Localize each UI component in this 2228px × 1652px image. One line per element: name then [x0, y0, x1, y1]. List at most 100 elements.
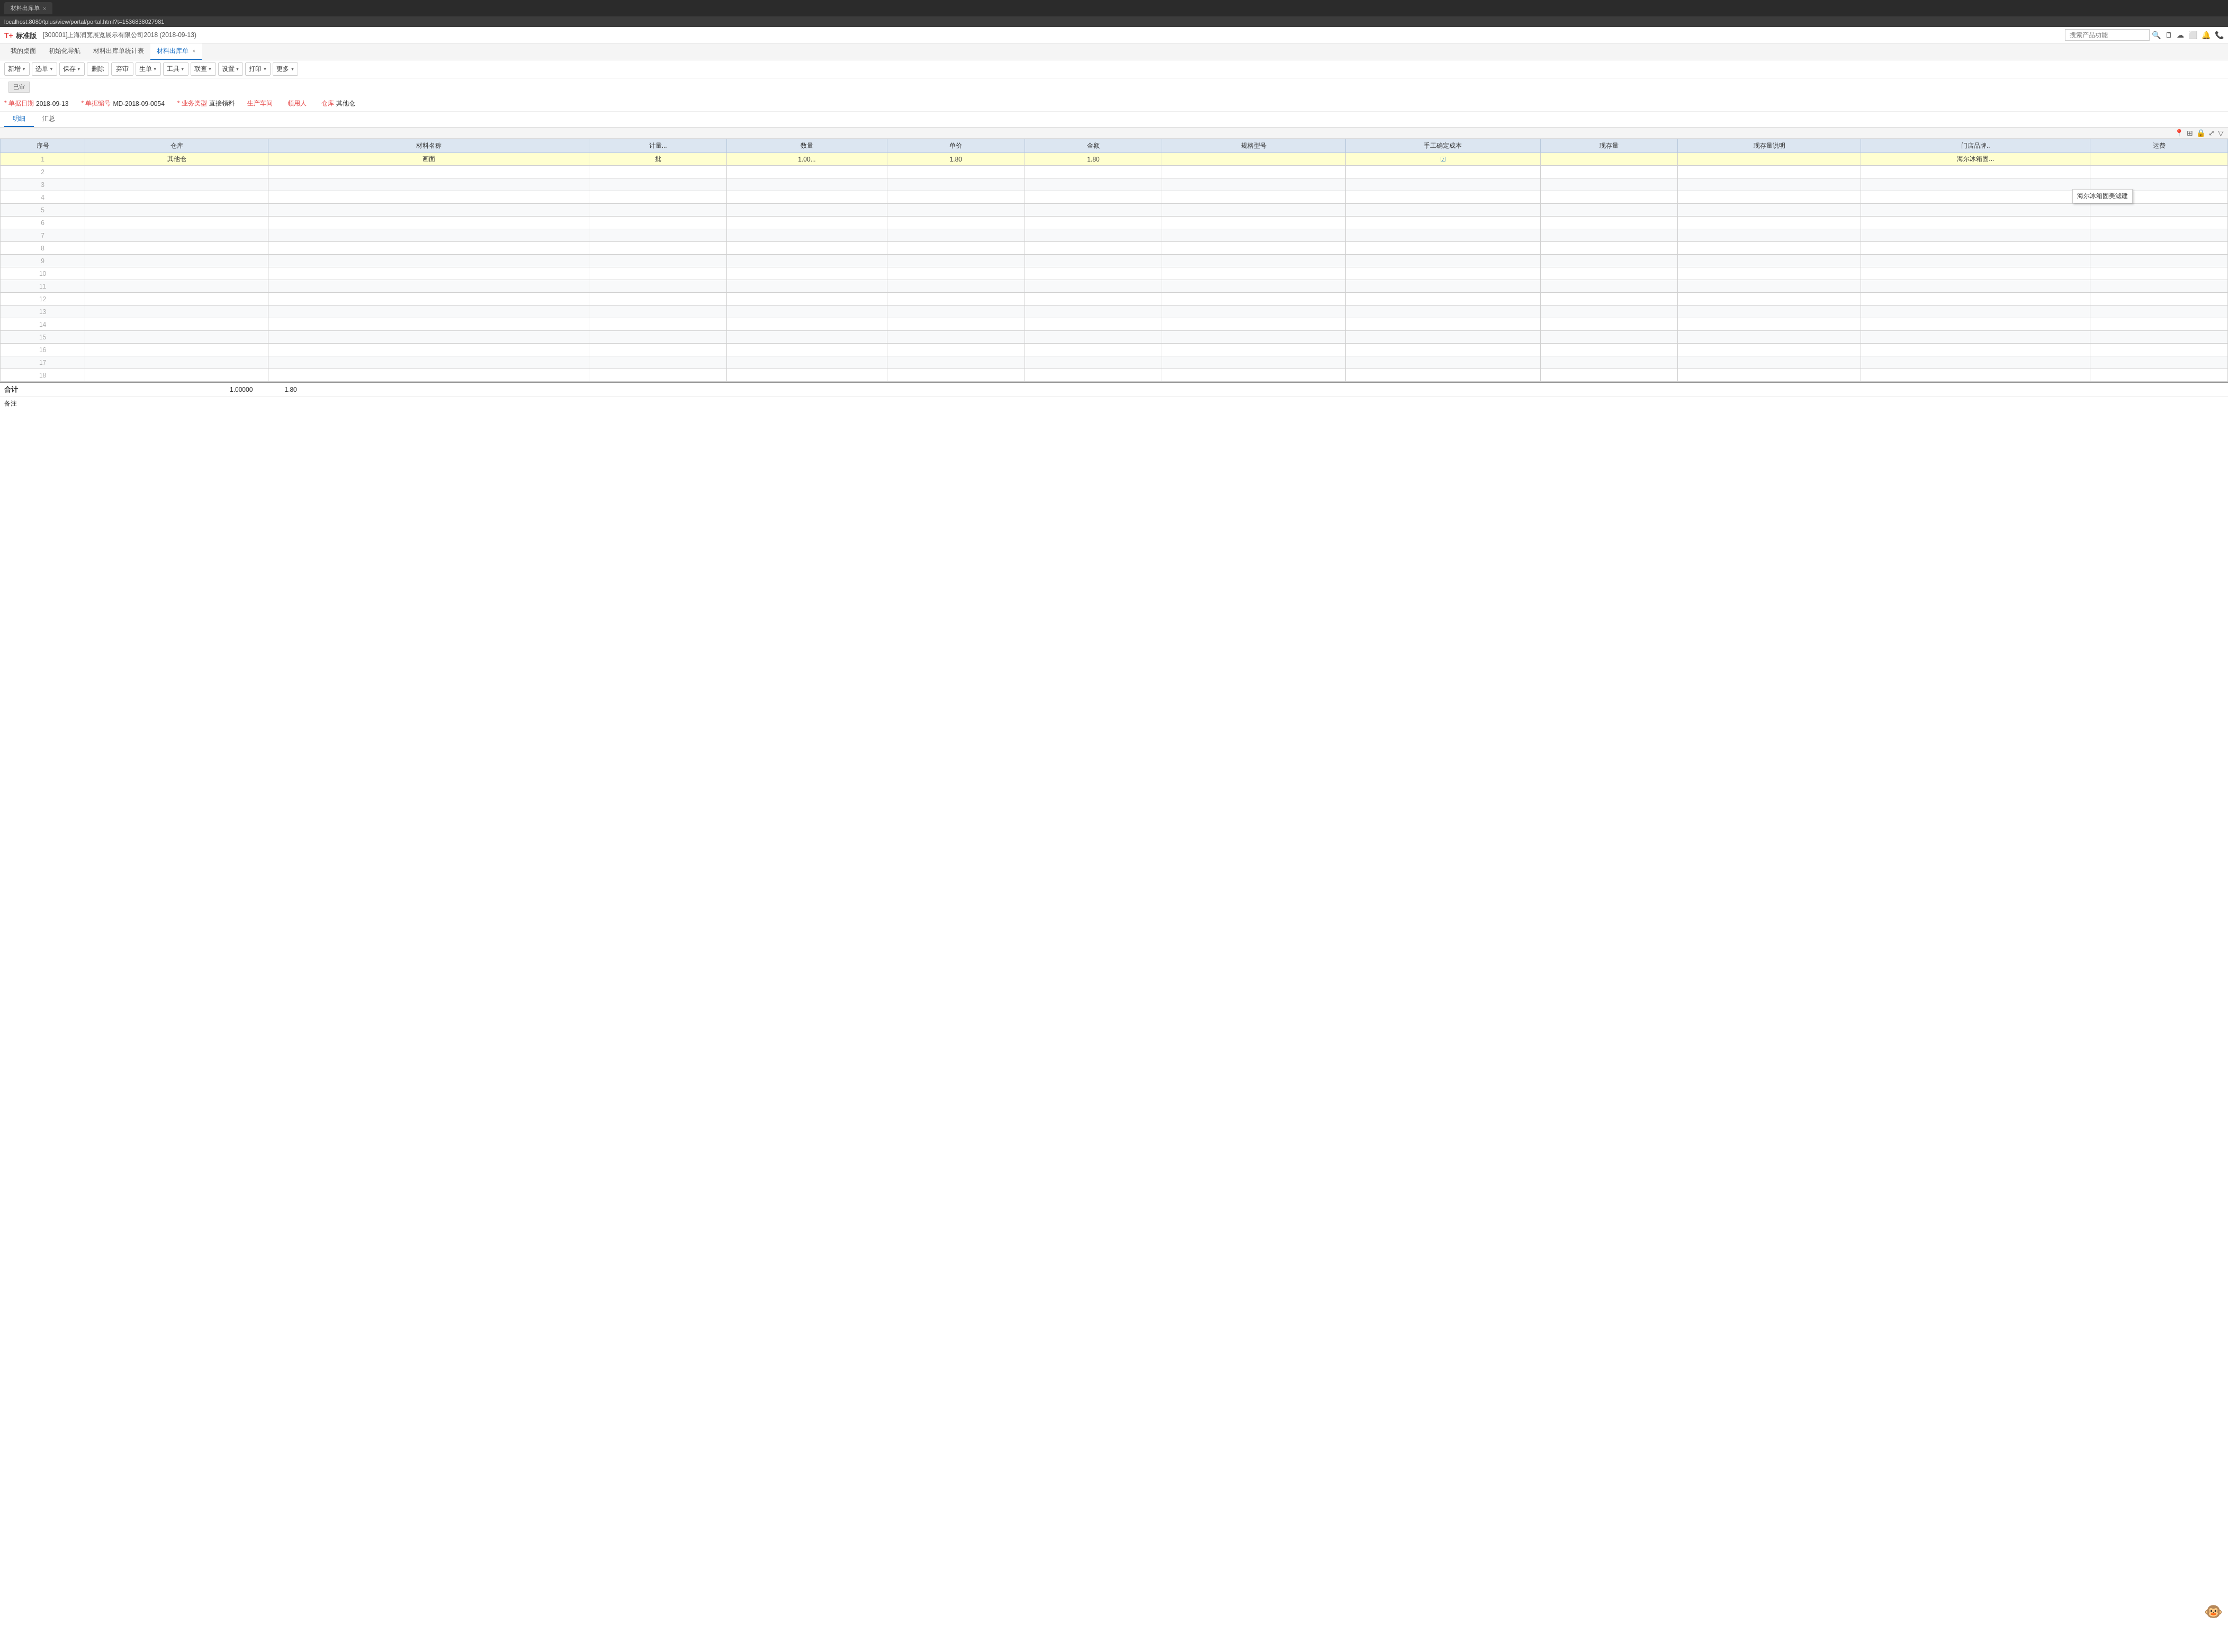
btn-save[interactable]: 保存 ▼: [59, 62, 85, 76]
cell-amount: [1025, 178, 1162, 191]
table-row[interactable]: 12: [1, 293, 2228, 306]
cell-seq: 13: [1, 306, 85, 318]
cell-warehouse: [85, 166, 268, 178]
notification-icon[interactable]: 🔔: [2202, 31, 2211, 39]
cell-freight: [2090, 280, 2228, 293]
tab-dashboard[interactable]: 我的桌面: [4, 43, 42, 60]
table-row[interactable]: 13: [1, 306, 2228, 318]
col-header-manual: 手工确定成本: [1345, 139, 1540, 153]
cell-material: 画面: [268, 153, 589, 166]
cell-unit: [589, 293, 727, 306]
select-arrow: ▼: [49, 67, 53, 71]
tools-arrow: ▼: [181, 67, 185, 71]
table-row[interactable]: 9: [1, 255, 2228, 267]
table-row[interactable]: 10: [1, 267, 2228, 280]
table-row[interactable]: 16: [1, 344, 2228, 356]
cell-spec: [1162, 242, 1345, 255]
cell-material: [268, 242, 589, 255]
table-row[interactable]: 6: [1, 217, 2228, 229]
table-row[interactable]: 7: [1, 229, 2228, 242]
table-row[interactable]: 5: [1, 204, 2228, 217]
cell-brand: [1861, 280, 2090, 293]
cell-amount: [1025, 217, 1162, 229]
btn-settings[interactable]: 设置 ▼: [218, 62, 244, 76]
date-value[interactable]: 2018-09-13: [36, 100, 68, 107]
cell-freight: [2090, 153, 2228, 166]
cell-qty: [727, 255, 887, 267]
tab-material-stats[interactable]: 材料出库单统计表: [87, 43, 150, 60]
lock-icon[interactable]: 🔒: [2196, 129, 2205, 137]
tab-detail[interactable]: 明细: [4, 112, 34, 127]
cell-warehouse: [85, 280, 268, 293]
brand-dropdown-tooltip[interactable]: 海尔冰箱固美滤建: [2072, 189, 2133, 203]
cell-stock: [1540, 344, 1678, 356]
cell-material: [268, 267, 589, 280]
tab-close-icon[interactable]: ×: [192, 48, 195, 54]
expand-icon[interactable]: ⤢: [2208, 129, 2215, 137]
tab-init-nav[interactable]: 初始化导航: [42, 43, 87, 60]
table-row[interactable]: 11: [1, 280, 2228, 293]
cell-amount: [1025, 356, 1162, 369]
cell-manual: [1345, 267, 1540, 280]
browser-tab-close[interactable]: ×: [43, 5, 46, 12]
field-workshop: 生产车间: [247, 99, 275, 108]
btn-query[interactable]: 联查 ▼: [191, 62, 216, 76]
type-value[interactable]: 直接领料: [209, 99, 235, 108]
table-row[interactable]: 17: [1, 356, 2228, 369]
search-icon[interactable]: 🔍: [2152, 31, 2161, 39]
cell-seq: 8: [1, 242, 85, 255]
table-row[interactable]: 2: [1, 166, 2228, 178]
cell-unit: [589, 255, 727, 267]
cell-seq: 5: [1, 204, 85, 217]
cell-freight: [2090, 229, 2228, 242]
cell-amount: [1025, 267, 1162, 280]
document-icon[interactable]: 🗒: [2165, 31, 2172, 39]
table-row[interactable]: 18: [1, 369, 2228, 382]
warehouse-value[interactable]: 其他仓: [336, 99, 355, 108]
cell-stock-desc: [1678, 242, 1861, 255]
cell-warehouse: [85, 178, 268, 191]
browser-tab[interactable]: 材料出库单 ×: [4, 2, 52, 14]
cell-stock-desc: [1678, 267, 1861, 280]
tab-summary[interactable]: 汇总: [34, 112, 64, 127]
grid-icon[interactable]: ⊞: [2187, 129, 2193, 137]
location-icon[interactable]: 📍: [2175, 129, 2184, 137]
more-arrow: ▼: [290, 67, 294, 71]
btn-select[interactable]: 选单 ▼: [32, 62, 57, 76]
cell-stock: [1540, 255, 1678, 267]
btn-add[interactable]: 新增 ▼: [4, 62, 30, 76]
filter-icon[interactable]: ▽: [2218, 129, 2224, 137]
number-value[interactable]: MD-2018-09-0054: [113, 100, 164, 107]
cell-unit: [589, 267, 727, 280]
table-row[interactable]: 15: [1, 331, 2228, 344]
btn-unapprove[interactable]: 弃审: [111, 62, 133, 76]
cell-warehouse: [85, 229, 268, 242]
cell-qty: [727, 178, 887, 191]
btn-delete[interactable]: 删除: [87, 62, 109, 76]
cell-stock: [1540, 318, 1678, 331]
cell-unit: [589, 344, 727, 356]
cell-spec: [1162, 166, 1345, 178]
btn-generate[interactable]: 生单 ▼: [136, 62, 161, 76]
table-row[interactable]: 3: [1, 178, 2228, 191]
cell-manual: [1345, 229, 1540, 242]
table-row[interactable]: 1其他仓画面批1.00...1.801.80☑海尔冰箱固...: [1, 153, 2228, 166]
cloud-icon[interactable]: ☁: [2177, 31, 2184, 39]
col-header-spec: 规格型号: [1162, 139, 1345, 153]
search-input[interactable]: [2065, 29, 2150, 41]
cell-manual: [1345, 166, 1540, 178]
screen-icon[interactable]: ⬜: [2188, 31, 2197, 39]
table-row[interactable]: 14: [1, 318, 2228, 331]
tab-material-out[interactable]: 材料出库单 ×: [150, 43, 202, 60]
btn-more[interactable]: 更多 ▼: [273, 62, 298, 76]
table-header-row: 序号 仓库 材料名称 计量... 数量 单价 金额 规格型号 手工确定成本 现存…: [1, 139, 2228, 153]
btn-tools[interactable]: 工具 ▼: [163, 62, 188, 76]
tooltip-text: 海尔冰箱固美滤建: [2077, 192, 2128, 200]
cell-unit: [589, 318, 727, 331]
table-row[interactable]: 8: [1, 242, 2228, 255]
cell-unit: [589, 331, 727, 344]
phone-icon[interactable]: 📞: [2215, 31, 2224, 39]
table-row[interactable]: 4: [1, 191, 2228, 204]
cell-manual: [1345, 331, 1540, 344]
btn-print[interactable]: 打印 ▼: [245, 62, 271, 76]
